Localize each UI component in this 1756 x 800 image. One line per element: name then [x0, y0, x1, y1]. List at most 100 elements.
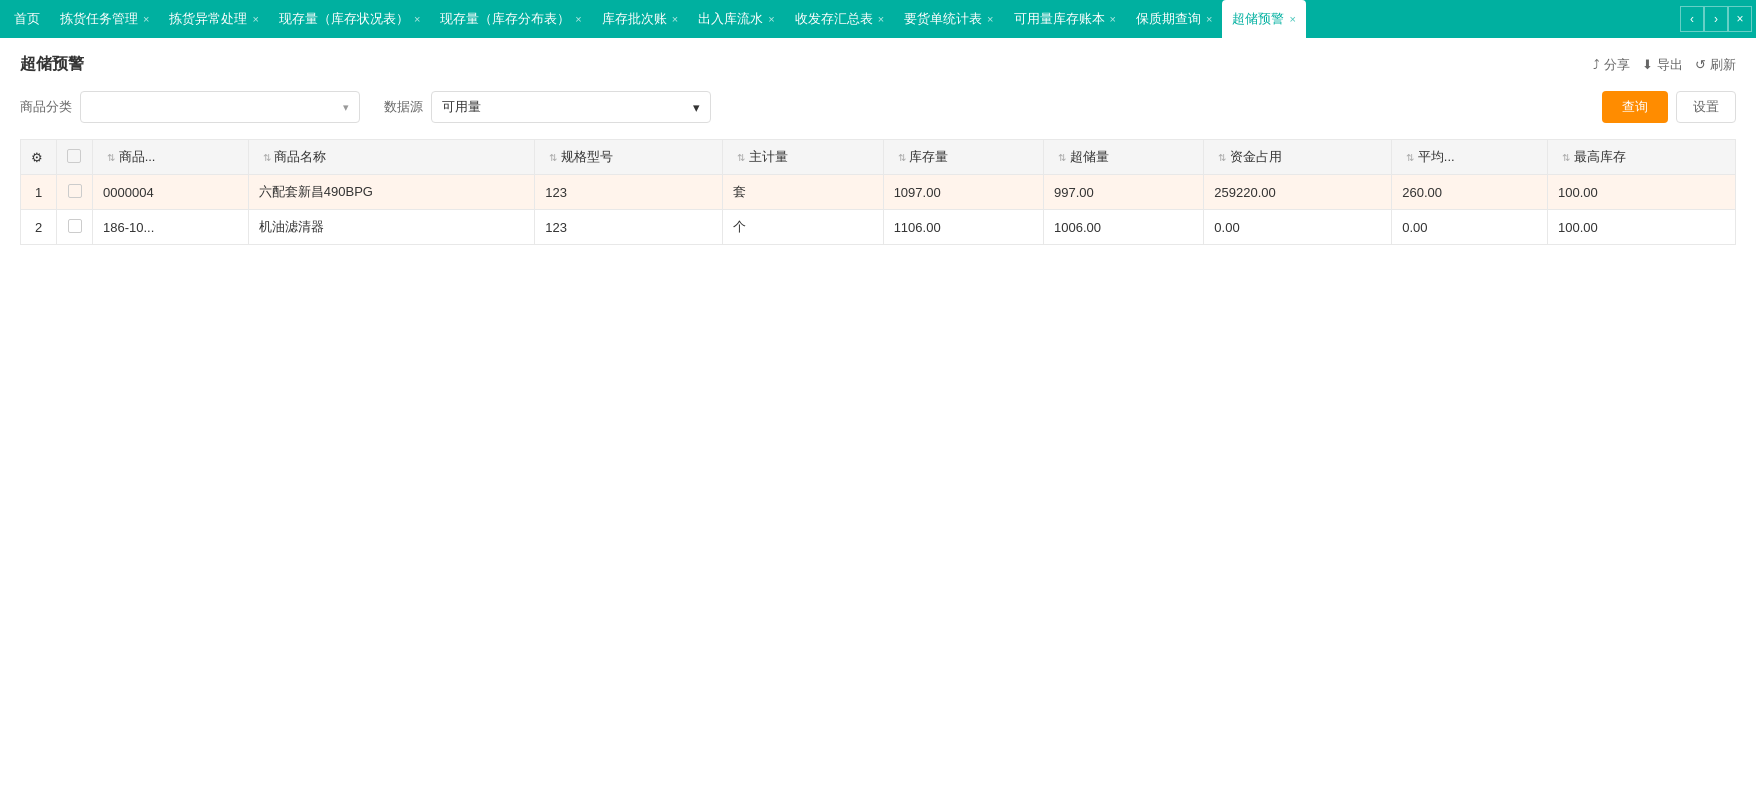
category-filter: 商品分类 ▾ — [20, 91, 360, 123]
row-checkbox[interactable] — [68, 184, 82, 198]
export-button[interactable]: ⬇ 导出 — [1642, 56, 1683, 74]
sort-icon-overstock: ⇅ — [1058, 152, 1066, 163]
close-available-ledger[interactable]: × — [1110, 13, 1116, 25]
td-unit: 套 — [723, 175, 883, 210]
close-demand-stats[interactable]: × — [987, 13, 993, 25]
datasource-value: 可用量 — [442, 98, 481, 116]
th-avg-cost[interactable]: ⇅ 平均... — [1392, 140, 1548, 175]
header-actions: ⤴ 分享 ⬇ 导出 ↺ 刷新 — [1593, 56, 1736, 74]
sort-icon-unit: ⇅ — [737, 152, 745, 163]
table-row: 2186-10...机油滤清器123个1106.001006.000.000.0… — [21, 210, 1736, 245]
th-unit[interactable]: ⇅ 主计量 — [723, 140, 883, 175]
nav-overstock-alert[interactable]: 超储预警 × — [1222, 0, 1305, 38]
td-checkbox — [57, 175, 93, 210]
nav-arrows: ‹ › × — [1680, 6, 1752, 32]
close-overstock-alert[interactable]: × — [1289, 13, 1295, 25]
refresh-icon: ↺ — [1695, 57, 1706, 72]
filter-area: 商品分类 ▾ 数据源 可用量 ▾ 查询 设置 — [20, 91, 1736, 123]
header-checkbox[interactable] — [67, 149, 81, 163]
nav-arrow-close[interactable]: × — [1728, 6, 1752, 32]
category-label: 商品分类 — [20, 98, 72, 116]
td-product-name: 机油滤清器 — [248, 210, 535, 245]
th-product-name[interactable]: ⇅ 商品名称 — [248, 140, 535, 175]
td-max-stock: 100.00 — [1548, 210, 1736, 245]
td-checkbox — [57, 210, 93, 245]
th-overstock[interactable]: ⇅ 超储量 — [1043, 140, 1203, 175]
page-content: 超储预警 ⤴ 分享 ⬇ 导出 ↺ 刷新 商品分类 ▾ 数据源 — [0, 38, 1756, 261]
nav-arrow-left[interactable]: ‹ — [1680, 6, 1704, 32]
top-nav: 首页 拣货任务管理 × 拣货异常处理 × 现存量（库存状况表） × 现存量（库存… — [0, 0, 1756, 38]
sort-icon-max: ⇅ — [1562, 152, 1570, 163]
settings-gear-icon: ⚙ — [31, 150, 43, 165]
td-product-code: 0000004 — [93, 175, 249, 210]
nav-demand-stats[interactable]: 要货单统计表 × — [894, 0, 1003, 38]
sort-icon-avg: ⇅ — [1406, 152, 1414, 163]
nav-pick-task[interactable]: 拣货任务管理 × — [50, 0, 159, 38]
close-pick-exception[interactable]: × — [252, 13, 258, 25]
td-avg-cost: 0.00 — [1392, 210, 1548, 245]
td-avg-cost: 260.00 — [1392, 175, 1548, 210]
nav-summary[interactable]: 收发存汇总表 × — [785, 0, 894, 38]
th-product-code[interactable]: ⇅ 商品... — [93, 140, 249, 175]
datasource-label: 数据源 — [384, 98, 423, 116]
close-summary[interactable]: × — [878, 13, 884, 25]
td-stock: 1097.00 — [883, 175, 1043, 210]
td-product-name: 六配套新昌490BPG — [248, 175, 535, 210]
td-stock: 1106.00 — [883, 210, 1043, 245]
refresh-button[interactable]: ↺ 刷新 — [1695, 56, 1736, 74]
td-spec: 123 — [535, 210, 723, 245]
td-overstock: 997.00 — [1043, 175, 1203, 210]
nav-stock-status[interactable]: 现存量（库存状况表） × — [269, 0, 430, 38]
sort-icon: ⇅ — [107, 152, 115, 163]
td-max-stock: 100.00 — [1548, 175, 1736, 210]
category-select[interactable]: ▾ — [80, 91, 360, 123]
td-overstock: 1006.00 — [1043, 210, 1203, 245]
page-header: 超储预警 ⤴ 分享 ⬇ 导出 ↺ 刷新 — [20, 54, 1736, 75]
close-stock-status[interactable]: × — [414, 13, 420, 25]
close-stock-dist[interactable]: × — [575, 13, 581, 25]
share-button[interactable]: ⤴ 分享 — [1593, 56, 1630, 74]
row-checkbox[interactable] — [68, 219, 82, 233]
sort-icon-spec: ⇅ — [549, 152, 557, 163]
table-row: 10000004六配套新昌490BPG123套1097.00997.002592… — [21, 175, 1736, 210]
sort-icon-name: ⇅ — [263, 152, 271, 163]
td-unit: 个 — [723, 210, 883, 245]
td-capital: 0.00 — [1204, 210, 1392, 245]
datasource-select[interactable]: 可用量 ▾ — [431, 91, 711, 123]
sort-icon-stock: ⇅ — [898, 152, 906, 163]
close-pick-task[interactable]: × — [143, 13, 149, 25]
th-max-stock[interactable]: ⇅ 最高库存 — [1548, 140, 1736, 175]
table-header-row: ⚙ ⇅ 商品... ⇅ 商品名称 ⇅ 规格型号 — [21, 140, 1736, 175]
nav-arrow-right[interactable]: › — [1704, 6, 1728, 32]
nav-shelf-life[interactable]: 保质期查询 × — [1126, 0, 1222, 38]
action-buttons: 查询 设置 — [1602, 91, 1736, 123]
th-stock[interactable]: ⇅ 库存量 — [883, 140, 1043, 175]
nav-available-ledger[interactable]: 可用量库存账本 × — [1004, 0, 1126, 38]
export-icon: ⬇ — [1642, 57, 1653, 72]
td-capital: 259220.00 — [1204, 175, 1392, 210]
sort-icon-capital: ⇅ — [1218, 152, 1226, 163]
th-capital[interactable]: ⇅ 资金占用 — [1204, 140, 1392, 175]
th-checkbox — [57, 140, 93, 175]
share-icon: ⤴ — [1593, 57, 1600, 72]
close-in-out-flow[interactable]: × — [768, 13, 774, 25]
nav-stock-dist[interactable]: 现存量（库存分布表） × — [430, 0, 591, 38]
datasource-chevron-icon: ▾ — [693, 100, 700, 115]
td-index: 1 — [21, 175, 57, 210]
data-table: ⚙ ⇅ 商品... ⇅ 商品名称 ⇅ 规格型号 — [20, 139, 1736, 245]
close-shelf-life[interactable]: × — [1206, 13, 1212, 25]
nav-stock-batch[interactable]: 库存批次账 × — [592, 0, 688, 38]
datasource-filter: 数据源 可用量 ▾ — [384, 91, 711, 123]
page-title: 超储预警 — [20, 54, 84, 75]
close-stock-batch[interactable]: × — [672, 13, 678, 25]
td-product-code: 186-10... — [93, 210, 249, 245]
table-wrapper: ⚙ ⇅ 商品... ⇅ 商品名称 ⇅ 规格型号 — [20, 139, 1736, 245]
th-spec[interactable]: ⇅ 规格型号 — [535, 140, 723, 175]
nav-pick-exception[interactable]: 拣货异常处理 × — [159, 0, 268, 38]
nav-in-out-flow[interactable]: 出入库流水 × — [688, 0, 784, 38]
query-button[interactable]: 查询 — [1602, 91, 1668, 123]
settings-button[interactable]: 设置 — [1676, 91, 1736, 123]
nav-home[interactable]: 首页 — [4, 0, 50, 38]
category-chevron-icon: ▾ — [343, 101, 349, 114]
th-settings[interactable]: ⚙ — [21, 140, 57, 175]
